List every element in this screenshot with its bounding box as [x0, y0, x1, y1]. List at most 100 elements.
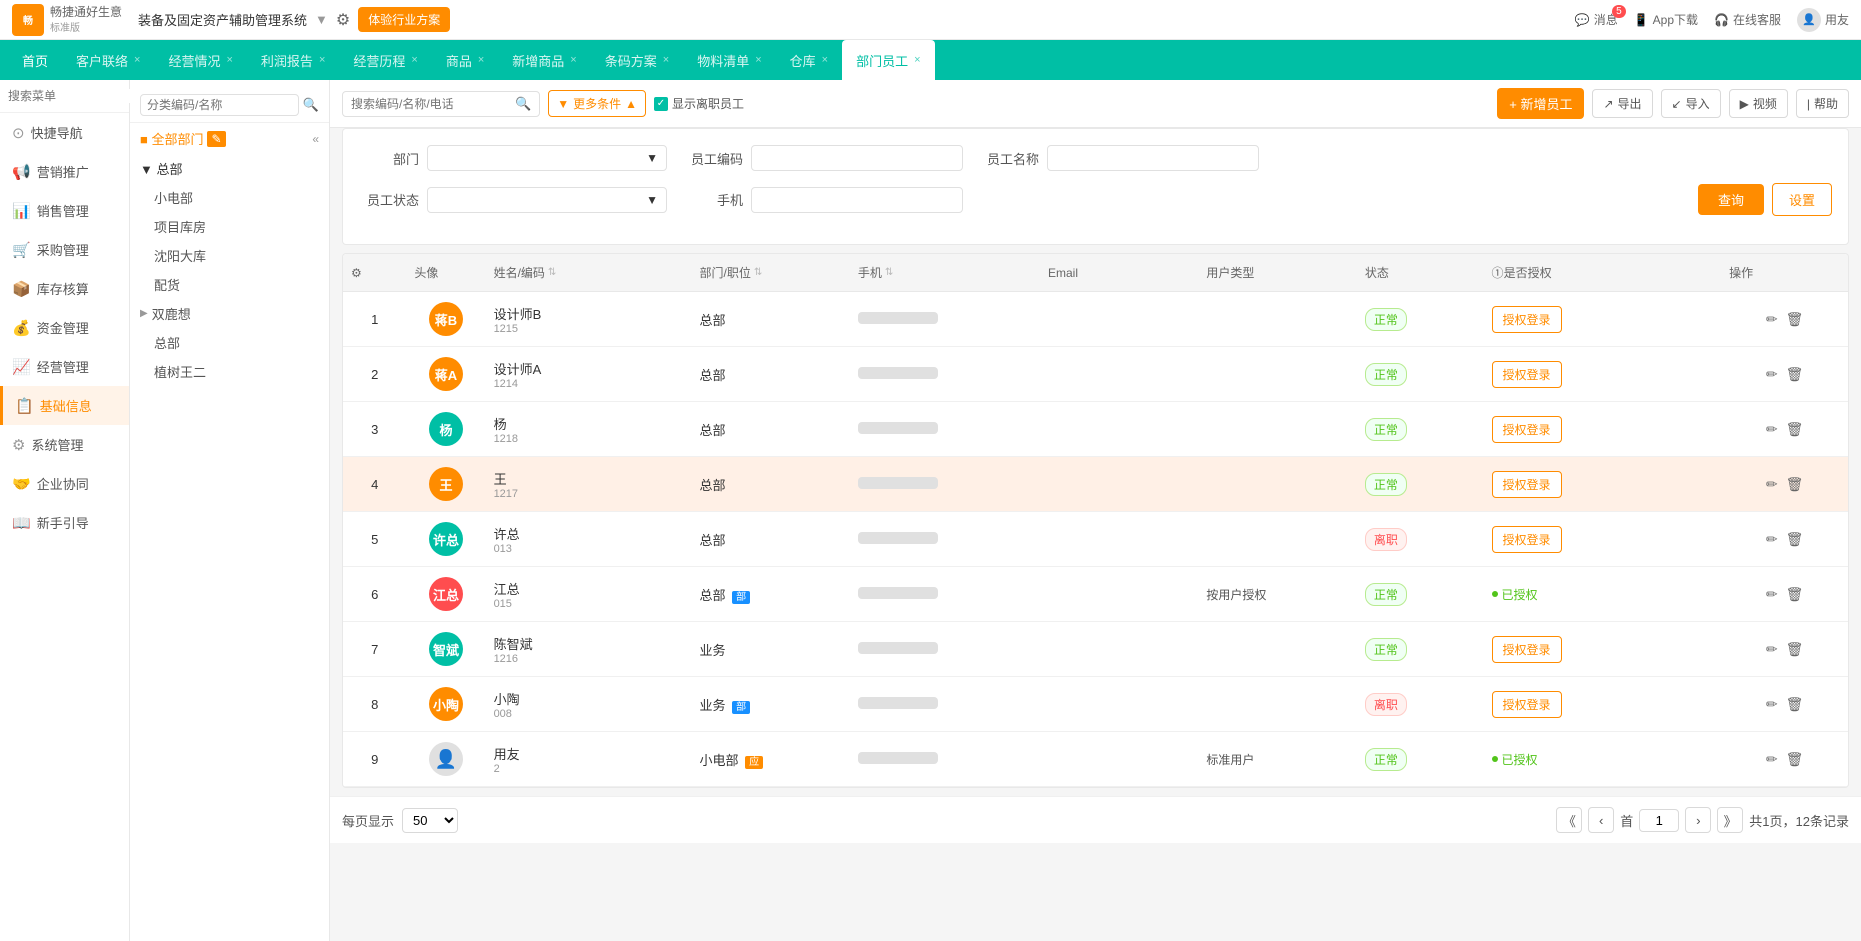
row-auth[interactable]: 授权登录	[1484, 512, 1722, 567]
close-icon[interactable]: ×	[822, 54, 828, 66]
delete-button[interactable]: 🗑	[1782, 364, 1808, 385]
auth-login-button[interactable]: 授权登录	[1492, 416, 1562, 443]
more-filter-button[interactable]: ▼ 更多条件 ▲	[548, 90, 646, 117]
view-button[interactable]: ▶ 视频	[1729, 89, 1788, 118]
online-service-item[interactable]: 🎧 在线客服	[1714, 11, 1781, 28]
tab-goods[interactable]: 商品 ×	[432, 40, 498, 80]
close-icon[interactable]: ×	[570, 54, 576, 66]
edit-button[interactable]: ✏	[1762, 749, 1782, 770]
tree-node-zb[interactable]: 总部	[130, 328, 329, 357]
sidebar-item-management[interactable]: 📈 经营管理	[0, 347, 129, 386]
th-settings[interactable]: ⚙	[343, 254, 406, 292]
tree-node-head-dept[interactable]: ▼ 总部	[130, 154, 329, 183]
delete-button[interactable]: 🗑	[1782, 309, 1808, 330]
row-auth[interactable]: 授权登录	[1484, 402, 1722, 457]
th-phone[interactable]: 手机 ⇅	[850, 254, 1040, 292]
auth-login-button[interactable]: 授权登录	[1492, 691, 1562, 718]
delete-button[interactable]: 🗑	[1782, 639, 1808, 660]
row-auth[interactable]: 授权登录	[1484, 292, 1722, 347]
sidebar-item-collab[interactable]: 🤝 企业协同	[0, 464, 129, 503]
show-resigned-checkbox[interactable]: ✓	[654, 97, 668, 111]
auth-login-button[interactable]: 授权登录	[1492, 526, 1562, 553]
edit-button[interactable]: ✏	[1762, 364, 1782, 385]
export-button[interactable]: ↗ 导出	[1592, 89, 1652, 118]
per-page-select[interactable]: 50 100 200	[402, 808, 458, 833]
add-employee-button[interactable]: + 新增员工	[1497, 88, 1584, 119]
tree-header[interactable]: ■ 全部部门 ✎ «	[130, 123, 329, 154]
search-submit-icon[interactable]: 🔍	[515, 96, 531, 112]
sidebar-item-marketing[interactable]: 📢 营销推广	[0, 152, 129, 191]
show-resigned-toggle[interactable]: ✓ 显示离职员工	[654, 95, 744, 112]
delete-button[interactable]: 🗑	[1782, 749, 1808, 770]
query-button[interactable]: 查询	[1698, 184, 1764, 215]
tree-edit-icon[interactable]: ✎	[207, 131, 225, 147]
th-name[interactable]: 姓名/编码 ⇅	[486, 254, 692, 292]
edit-button[interactable]: ✏	[1762, 694, 1782, 715]
first-page-button[interactable]: 《	[1556, 807, 1582, 833]
page-number-input[interactable]	[1639, 809, 1679, 832]
auth-login-button[interactable]: 授权登录	[1492, 361, 1562, 388]
tab-bom[interactable]: 物料清单 ×	[683, 40, 775, 80]
settings-cog-icon[interactable]: ⚙	[351, 266, 362, 280]
app-download-item[interactable]: 📱 App下载	[1634, 11, 1698, 28]
prev-page-button[interactable]: ‹	[1588, 807, 1614, 833]
settings-icon[interactable]: ⚙	[336, 10, 350, 30]
delete-button[interactable]: 🗑	[1782, 584, 1808, 605]
row-auth[interactable]: 授权登录	[1484, 347, 1722, 402]
set-button[interactable]: 设置	[1772, 183, 1832, 216]
tree-search-box[interactable]: 🔍	[130, 88, 329, 123]
close-icon[interactable]: ×	[914, 54, 920, 66]
emp-name-input[interactable]	[1047, 145, 1259, 171]
tab-profit[interactable]: 利润报告 ×	[247, 40, 339, 80]
trial-button[interactable]: 体验行业方案	[358, 7, 450, 32]
tab-warehouse[interactable]: 仓库 ×	[776, 40, 842, 80]
dropdown-icon[interactable]: ▼	[315, 12, 328, 27]
sidebar-item-basic-info[interactable]: 📋 基础信息	[0, 386, 129, 425]
emp-code-input[interactable]	[751, 145, 963, 171]
tab-customer[interactable]: 客户联络 ×	[62, 40, 154, 80]
sidebar-item-sales[interactable]: 📊 销售管理	[0, 191, 129, 230]
row-auth[interactable]: 授权登录	[1484, 457, 1722, 512]
next-page-button[interactable]: ›	[1685, 807, 1711, 833]
edit-button[interactable]: ✏	[1762, 584, 1782, 605]
close-icon[interactable]: ×	[478, 54, 484, 66]
tab-add-goods[interactable]: 新增商品 ×	[498, 40, 590, 80]
edit-button[interactable]: ✏	[1762, 419, 1782, 440]
sidebar-item-system[interactable]: ⚙ 系统管理	[0, 425, 129, 464]
delete-button[interactable]: 🗑	[1782, 419, 1808, 440]
sidebar-item-guide[interactable]: 📖 新手引导	[0, 503, 129, 542]
close-icon[interactable]: ×	[319, 54, 325, 66]
help-button[interactable]: | 帮助	[1796, 89, 1849, 118]
dept-select[interactable]: ▼	[427, 145, 667, 171]
auth-login-button[interactable]: 授权登录	[1492, 306, 1562, 333]
edit-button[interactable]: ✏	[1762, 474, 1782, 495]
tab-home[interactable]: 首页	[8, 40, 62, 80]
sidebar-item-inventory[interactable]: 📦 库存核算	[0, 269, 129, 308]
auth-login-button[interactable]: 授权登录	[1492, 636, 1562, 663]
sidebar-item-quick-nav[interactable]: ⊙ 快捷导航	[0, 113, 129, 152]
edit-button[interactable]: ✏	[1762, 529, 1782, 550]
search-input[interactable]	[351, 97, 511, 111]
close-icon[interactable]: ×	[226, 54, 232, 66]
row-auth[interactable]: 授权登录	[1484, 622, 1722, 677]
sidebar-search-box[interactable]: 🔍	[0, 80, 129, 113]
close-icon[interactable]: ×	[134, 54, 140, 66]
message-item[interactable]: 💬 消息 5	[1575, 11, 1618, 28]
close-icon[interactable]: ×	[663, 54, 669, 66]
tree-node-csw[interactable]: 植树王二	[130, 357, 329, 386]
import-button[interactable]: ↙ 导入	[1661, 89, 1721, 118]
th-dept[interactable]: 部门/职位 ⇅	[692, 254, 850, 292]
sidebar-item-purchase[interactable]: 🛒 采购管理	[0, 230, 129, 269]
tree-node-sy[interactable]: 沈阳大库	[130, 241, 329, 270]
close-icon[interactable]: ×	[755, 54, 761, 66]
edit-button[interactable]: ✏	[1762, 639, 1782, 660]
tree-search-input[interactable]	[140, 94, 299, 116]
tab-process[interactable]: 经营历程 ×	[339, 40, 431, 80]
search-box[interactable]: 🔍	[342, 91, 540, 117]
user-item[interactable]: 👤 用友	[1797, 8, 1849, 32]
phone-input[interactable]	[751, 187, 963, 213]
tree-search-icon[interactable]: 🔍	[303, 97, 319, 113]
delete-button[interactable]: 🗑	[1782, 529, 1808, 550]
tree-node-dl[interactable]: ▶ 双鹿想	[130, 299, 329, 328]
tab-department[interactable]: 部门员工 ×	[842, 40, 934, 80]
